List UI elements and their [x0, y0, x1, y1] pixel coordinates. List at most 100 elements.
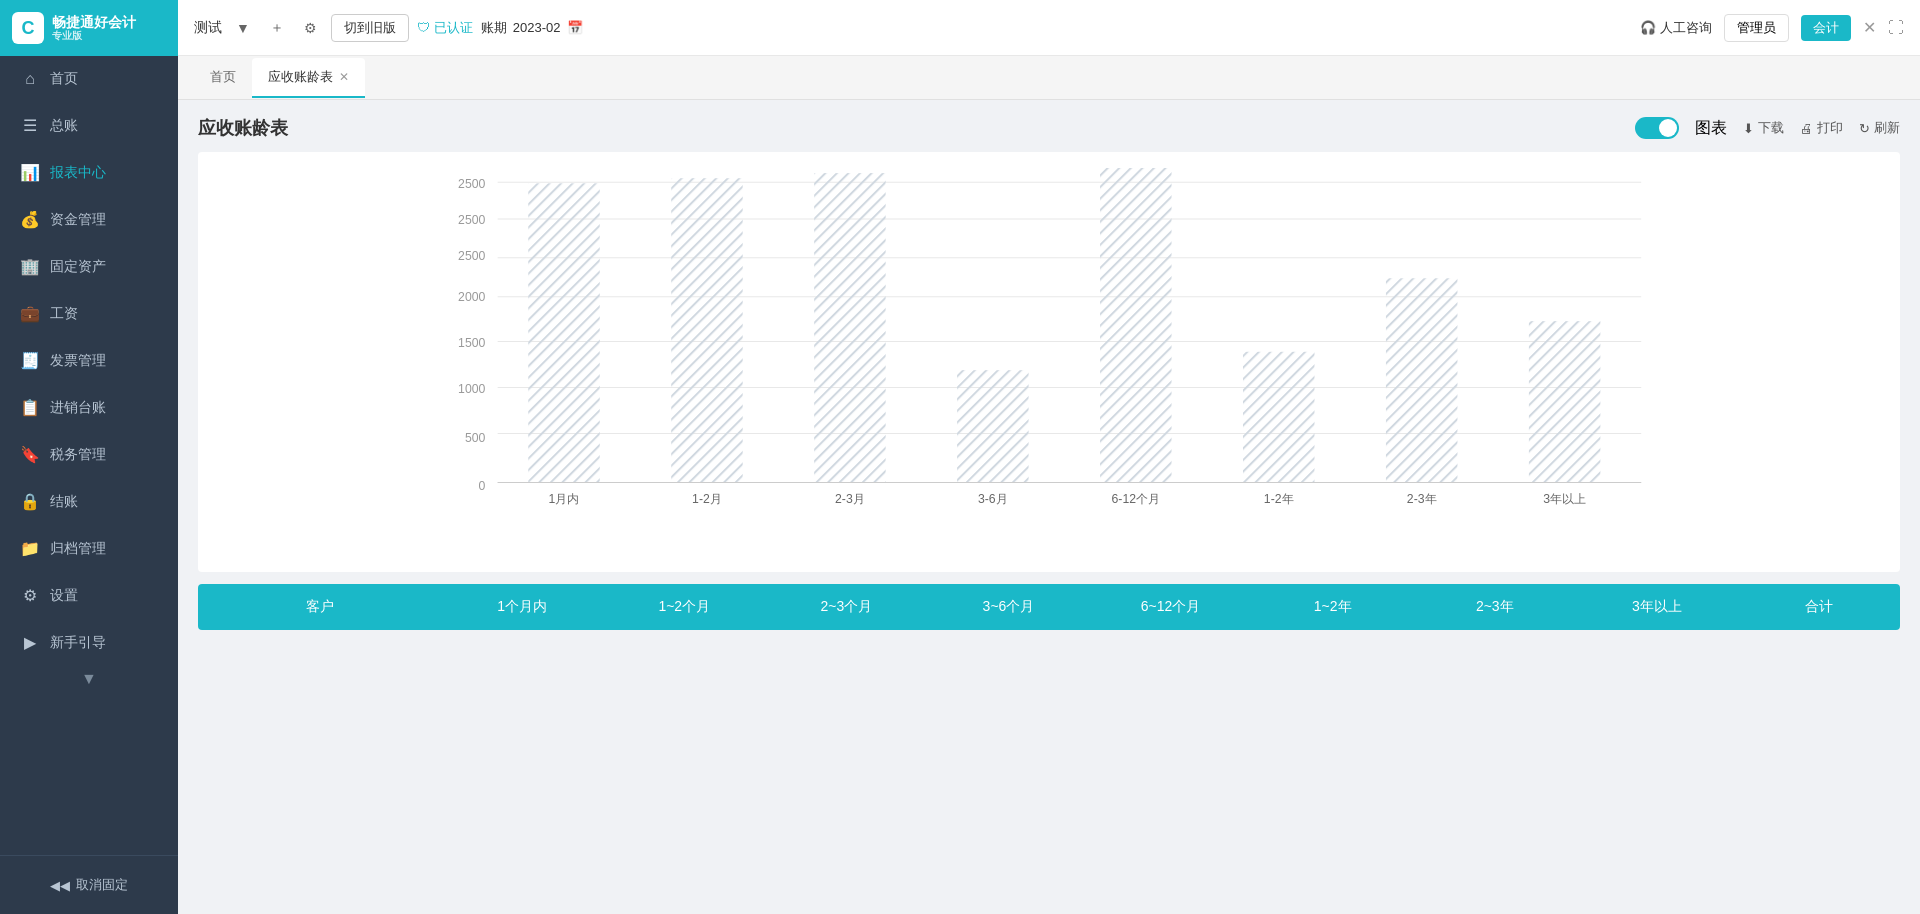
consult-button[interactable]: 🎧 人工咨询: [1640, 19, 1712, 37]
sidebar-footer: ◀◀ 取消固定: [0, 855, 178, 914]
sales-icon: 📋: [20, 398, 40, 417]
tax-icon: 🔖: [20, 445, 40, 464]
sidebar-scroll-down[interactable]: ▼: [0, 666, 178, 692]
period-label: 账期: [481, 19, 507, 37]
tabbar: 首页 应收账龄表 ✕: [178, 56, 1920, 100]
sidebar-item-guide-label: 新手引导: [50, 634, 106, 652]
report-title: 应收账龄表: [198, 116, 288, 140]
sidebar-item-archive[interactable]: 📁 归档管理: [0, 525, 178, 572]
shield-icon: 🛡: [417, 20, 430, 35]
svg-text:2-3年: 2-3年: [1407, 492, 1437, 506]
sidebar-item-settings[interactable]: ⚙ 设置: [0, 572, 178, 619]
cancel-fixed-button[interactable]: ◀◀ 取消固定: [0, 866, 178, 904]
sidebar-item-reports-label: 报表中心: [50, 164, 106, 182]
download-button[interactable]: ⬇ 下载: [1743, 119, 1784, 137]
download-icon: ⬇: [1743, 121, 1754, 136]
sidebar-item-funds[interactable]: 💰 资金管理: [0, 196, 178, 243]
tab-ar-aging-close[interactable]: ✕: [339, 70, 349, 84]
svg-text:1-2年: 1-2年: [1264, 492, 1294, 506]
add-workspace-button[interactable]: ＋: [264, 15, 290, 41]
sidebar-item-guide[interactable]: ▶ 新手引导: [0, 619, 178, 666]
sidebar-item-wages[interactable]: 💼 工资: [0, 290, 178, 337]
sidebar-item-sales[interactable]: 📋 进销台账: [0, 384, 178, 431]
table-header-1m: 1个月内: [441, 584, 603, 630]
user-button[interactable]: 管理员: [1724, 14, 1789, 42]
table-container: 客户 1个月内 1~2个月 2~3个月 3~6个月 6~12个月 1~2年 2~…: [198, 584, 1900, 630]
sidebar-item-ledger[interactable]: ☰ 总账: [0, 102, 178, 149]
expand-window-button[interactable]: ⛶: [1888, 19, 1904, 37]
table-header-2-3y: 2~3年: [1414, 584, 1576, 630]
tab-home[interactable]: 首页: [194, 58, 252, 98]
headset-icon: 🎧: [1640, 20, 1656, 35]
sidebar-item-reports[interactable]: 📊 报表中心: [0, 149, 178, 196]
cancel-fixed-label: 取消固定: [76, 876, 128, 894]
sidebar-item-closing[interactable]: 🔒 结账: [0, 478, 178, 525]
svg-text:1000: 1000: [458, 382, 485, 396]
svg-text:0: 0: [479, 479, 486, 493]
chart-toggle-label: 图表: [1695, 118, 1727, 139]
table-header-total: 合计: [1738, 584, 1900, 630]
sidebar: C 畅捷通好会计 专业版 ⌂ 首页 ☰ 总账 📊 报表中心 💰 资金管理 🏢 固…: [0, 0, 178, 914]
svg-text:2500: 2500: [458, 249, 485, 263]
table-header-1-2m: 1~2个月: [603, 584, 765, 630]
sidebar-item-home-label: 首页: [50, 70, 78, 88]
assets-icon: 🏢: [20, 257, 40, 276]
table-header: 客户 1个月内 1~2个月 2~3个月 3~6个月 6~12个月 1~2年 2~…: [198, 584, 1900, 630]
home-icon: ⌂: [20, 70, 40, 88]
print-button[interactable]: 🖨 打印: [1800, 119, 1843, 137]
refresh-icon: ↻: [1859, 121, 1870, 136]
report-actions: 图表 ⬇ 下载 🖨 打印 ↻ 刷新: [1635, 117, 1900, 139]
sidebar-nav: ⌂ 首页 ☰ 总账 📊 报表中心 💰 资金管理 🏢 固定资产 💼 工资 🧾 发票…: [0, 56, 178, 855]
table-header-3-6m: 3~6个月: [927, 584, 1089, 630]
refresh-button[interactable]: ↻ 刷新: [1859, 119, 1900, 137]
content-area: 应收账龄表 图表 ⬇ 下载 🖨 打印 ↻ 刷新: [178, 100, 1920, 914]
tab-ar-aging[interactable]: 应收账龄表 ✕: [252, 58, 365, 98]
role-button[interactable]: 会计: [1801, 15, 1851, 41]
logo-icon: C: [12, 12, 44, 44]
calendar-icon[interactable]: 📅: [567, 20, 583, 35]
period-value: 2023-02: [513, 20, 561, 35]
archive-icon: 📁: [20, 539, 40, 558]
sidebar-item-wages-label: 工资: [50, 305, 78, 323]
svg-text:3-6月: 3-6月: [978, 492, 1008, 506]
table-header-6-12m: 6~12个月: [1090, 584, 1252, 630]
table-header-3y-plus: 3年以上: [1576, 584, 1738, 630]
sidebar-item-home[interactable]: ⌂ 首页: [0, 56, 178, 102]
workspace-dropdown-button[interactable]: ▼: [230, 16, 256, 40]
sidebar-item-tax[interactable]: 🔖 税务管理: [0, 431, 178, 478]
bar-1-2年: [1243, 352, 1314, 483]
svg-text:2500: 2500: [458, 213, 485, 227]
cancel-fixed-icon: ◀◀: [50, 878, 70, 893]
bar-1-2月: [671, 178, 742, 482]
main-area: 测试 ▼ ＋ ⚙ 切到旧版 🛡 已认证 账期 2023-02 📅 🎧 人工咨询 …: [178, 0, 1920, 914]
sidebar-item-invoices-label: 发票管理: [50, 352, 106, 370]
app-edition: 专业版: [52, 30, 136, 42]
svg-text:1月内: 1月内: [549, 492, 580, 506]
sidebar-item-archive-label: 归档管理: [50, 540, 106, 558]
table-header-customer: 客户: [198, 584, 441, 630]
svg-text:500: 500: [465, 431, 486, 445]
period-info: 账期 2023-02 📅: [481, 19, 583, 37]
wages-icon: 💼: [20, 304, 40, 323]
close-window-button[interactable]: ✕: [1863, 18, 1876, 37]
closing-icon: 🔒: [20, 492, 40, 511]
sidebar-item-invoices[interactable]: 🧾 发票管理: [0, 337, 178, 384]
tab-ar-aging-label: 应收账龄表: [268, 68, 333, 86]
guide-icon: ▶: [20, 633, 40, 652]
bar-3-6月: [957, 370, 1028, 482]
sidebar-item-settings-label: 设置: [50, 587, 78, 605]
workspace-name: 测试: [194, 19, 222, 37]
certified-badge: 🛡 已认证: [417, 19, 473, 37]
svg-text:2-3月: 2-3月: [835, 492, 865, 506]
chart-toggle[interactable]: [1635, 117, 1679, 139]
bar-6-12月: [1100, 168, 1171, 482]
svg-text:1500: 1500: [458, 336, 485, 350]
chart-container: 2500 2500 2500 2000 1500 1000 500 0: [198, 152, 1900, 572]
sidebar-item-assets[interactable]: 🏢 固定资产: [0, 243, 178, 290]
bar-1月内: [528, 183, 599, 482]
ledger-icon: ☰: [20, 116, 40, 135]
print-label: 打印: [1817, 119, 1843, 137]
workspace-settings-button[interactable]: ⚙: [298, 16, 323, 40]
svg-text:3年以上: 3年以上: [1543, 492, 1586, 506]
switch-old-version-button[interactable]: 切到旧版: [331, 14, 409, 42]
